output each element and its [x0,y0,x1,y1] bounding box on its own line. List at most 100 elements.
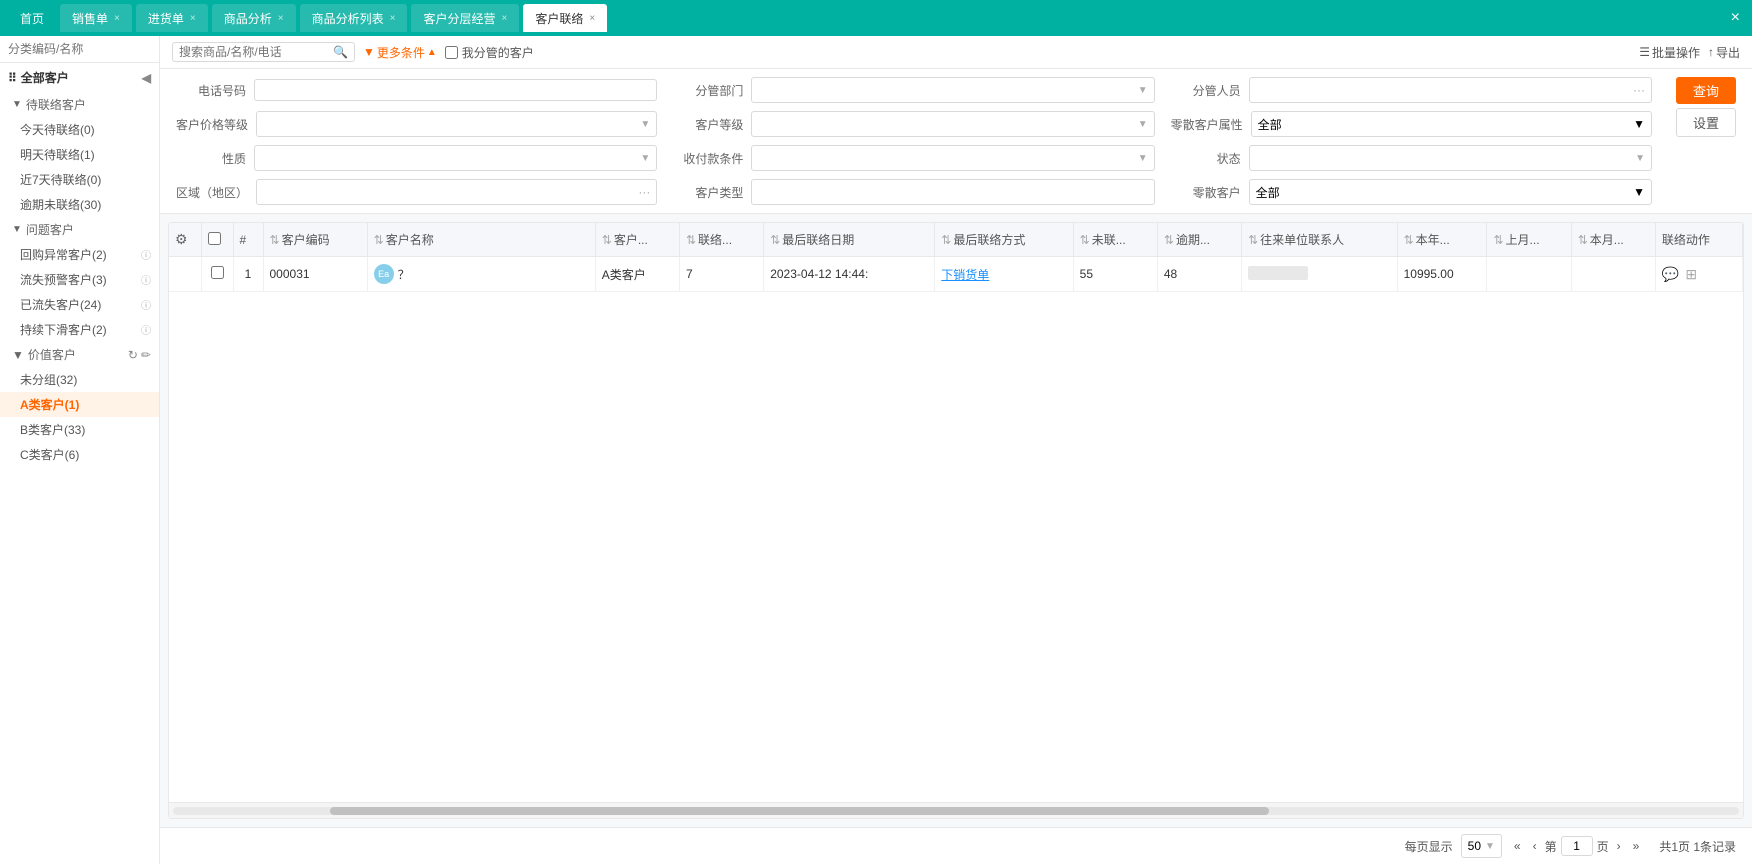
refresh-icon[interactable]: ↻ [128,348,138,362]
row-num: 1 [233,257,263,292]
col-code-header[interactable]: ⇅ 客户编码 [263,223,367,257]
nav-tab-purchase-close[interactable]: × [190,13,196,24]
col-type-header[interactable]: ⇅ 客户... [595,223,679,257]
price-grade-select[interactable]: ▼ [256,111,657,137]
nav-tab-home[interactable]: 首页 [8,4,56,32]
col-last-date-header[interactable]: ⇅ 最后联络日期 [764,223,935,257]
value-arrow-icon[interactable]: ▼ [12,348,24,362]
nav-tab-goods-analysis-list[interactable]: 商品分析列表 × [300,4,408,32]
nav-tab-goods-analysis-list-close[interactable]: × [390,13,396,24]
sidebar-item-churn-warning[interactable]: 流失预警客户(3)ⓘ [0,267,159,292]
nav-tab-sales-close[interactable]: × [114,13,120,24]
batch-op-button[interactable]: ☰ 批量操作 [1639,44,1700,61]
first-page-button[interactable]: « [1510,837,1525,855]
payment-select[interactable]: ▼ [751,145,1154,171]
customer-grade-select[interactable]: ▼ [751,111,1154,137]
sidebar-item-declining[interactable]: 持续下滑客户(2)ⓘ [0,317,159,342]
manager-select[interactable]: ··· [1249,77,1652,103]
sidebar-section-problem-customers[interactable]: ▼ 问题客户 [0,217,159,242]
nav-tab-purchase[interactable]: 进货单 × [136,4,208,32]
col-overdue-header[interactable]: ⇅ 逾期... [1157,223,1241,257]
col-last-month-header[interactable]: ⇅ 上月... [1487,223,1571,257]
sidebar-item-unclassified[interactable]: 未分组(32) [0,367,159,392]
sidebar-item-b-class[interactable]: B类客户(33) [0,417,159,442]
edit-icon[interactable]: ✏ [141,348,151,362]
sidebar-item-a-class[interactable]: A类客户(1) [0,392,159,417]
col-no-contact-header[interactable]: ⇅ 未联... [1073,223,1157,257]
scrollbar-thumb[interactable] [330,807,1270,815]
nav-tab-customer-contact-label: 客户联络 [535,10,583,27]
nav-tab-customer-segment-close[interactable]: × [501,13,507,24]
region-select[interactable]: ··· [256,179,657,205]
filter-search-input[interactable] [179,45,329,59]
problem-arrow-icon: ▼ [12,224,22,235]
close-all-button[interactable]: × [1727,5,1744,31]
row-action-chat-icon[interactable]: 💬 [1662,266,1679,283]
sidebar-item-today-pending[interactable]: 今天待联络(0) [0,117,159,142]
last-page-button[interactable]: » [1629,837,1644,855]
filter-search-icon[interactable]: 🔍 [333,45,348,59]
page-size-select[interactable]: 50 ▼ [1461,834,1502,858]
sidebar-collapse-icon[interactable]: ◀ [142,71,151,85]
nav-tab-customer-contact[interactable]: 客户联络 × [523,4,607,32]
sidebar-section-pending-contact[interactable]: ▼ 待联络客户 [0,92,159,117]
sidebar-item-overdue-pending[interactable]: 逾期未联络(30) [0,192,159,217]
filter-field-payment: 收付款条件 ▼ [673,145,1170,171]
sidebar-item-tomorrow-pending[interactable]: 明天待联络(1) [0,142,159,167]
horizontal-scrollbar[interactable] [169,802,1743,818]
dept-select[interactable]: ▼ [751,77,1154,103]
col-this-year-header[interactable]: ⇅ 本年... [1397,223,1487,257]
dept-label: 分管部门 [673,82,743,99]
export-button[interactable]: ↑ 导出 [1708,44,1740,61]
page-number-input[interactable] [1561,836,1593,856]
my-customers-check[interactable] [445,46,458,59]
nav-tab-customer-segment[interactable]: 客户分层经营 × [411,4,519,32]
region-dots[interactable]: ··· [638,185,650,199]
sidebar-item-7days-pending[interactable]: 近7天待联络(0) [0,167,159,192]
customer-type-label: 客户类型 [673,184,743,201]
table-gear-icon[interactable]: ⚙ [175,231,188,247]
col-last-method-header[interactable]: ⇅ 最后联络方式 [935,223,1073,257]
main-layout: 🔍 ⠿ 全部客户 ◀ ▼ 待联络客户 今天待联络(0) 明天待联络(1) 近7天… [0,36,1752,864]
col-name-header[interactable]: ⇅ 客户名称 [367,223,595,257]
next-page-button[interactable]: › [1613,837,1625,855]
col-this-month-header[interactable]: ⇅ 本月... [1571,223,1655,257]
query-button[interactable]: 查询 [1676,77,1736,104]
row-action-grid-icon[interactable]: ⊞ [1685,266,1697,283]
sidebar-item-c-class[interactable]: C类客户(6) [0,442,159,467]
table-scroll[interactable]: ⚙ # ⇅ 客户编码 [169,223,1743,802]
retail-select[interactable]: 全部 ▼ [1249,179,1652,205]
top-nav: 首页 销售单 × 进货单 × 商品分析 × 商品分析列表 × 客户分层经营 × … [0,0,1752,36]
row-checkbox[interactable] [211,266,224,279]
nav-tab-goods-analysis-close[interactable]: × [278,13,284,24]
col-settings[interactable]: ⚙ [169,223,201,257]
payment-label: 收付款条件 [673,150,743,167]
filter-more-conditions[interactable]: ▼ 更多条件 ▲ [363,44,437,61]
sidebar-item-repurchase-abnormal[interactable]: 回购异常客户(2)ⓘ [0,242,159,267]
filter-row-3: 性质 ▼ 收付款条件 ▼ [176,145,1668,171]
nav-tab-goods-analysis[interactable]: 商品分析 × [212,4,296,32]
nav-tab-sales[interactable]: 销售单 × [60,4,132,32]
sidebar-search-input[interactable] [8,42,160,56]
filter-icon: ▼ [363,45,375,59]
problem-customers-label: 问题客户 [26,221,74,238]
customer-grade-label: 客户等级 [673,116,743,133]
sidebar-grid-icon: ⠿ [8,71,17,85]
manager-dots[interactable]: ··· [1633,83,1645,97]
export-icon: ↑ [1708,45,1714,59]
nature-select[interactable]: ▼ [254,145,657,171]
customer-type-select[interactable] [751,179,1154,205]
phone-input[interactable] [254,79,657,101]
row-this-year: 10995.00 [1397,257,1487,292]
my-customers-checkbox[interactable]: 我分管的客户 [445,44,534,61]
select-all-checkbox[interactable] [208,232,221,245]
sidebar-item-churned[interactable]: 已流失客户(24)ⓘ [0,292,159,317]
col-company-contact-header[interactable]: ⇅ 往来单位联系人 [1242,223,1398,257]
row-last-method-link[interactable]: 下销货单 [941,268,989,282]
prev-page-button[interactable]: ‹ [1529,837,1541,855]
nav-tab-customer-contact-close[interactable]: × [589,13,595,24]
retail-attr-select[interactable]: 全部 ▼ [1251,111,1652,137]
status-select[interactable]: ▼ [1249,145,1652,171]
settings-button[interactable]: 设置 [1676,108,1736,137]
col-contact-header[interactable]: ⇅ 联络... [679,223,763,257]
